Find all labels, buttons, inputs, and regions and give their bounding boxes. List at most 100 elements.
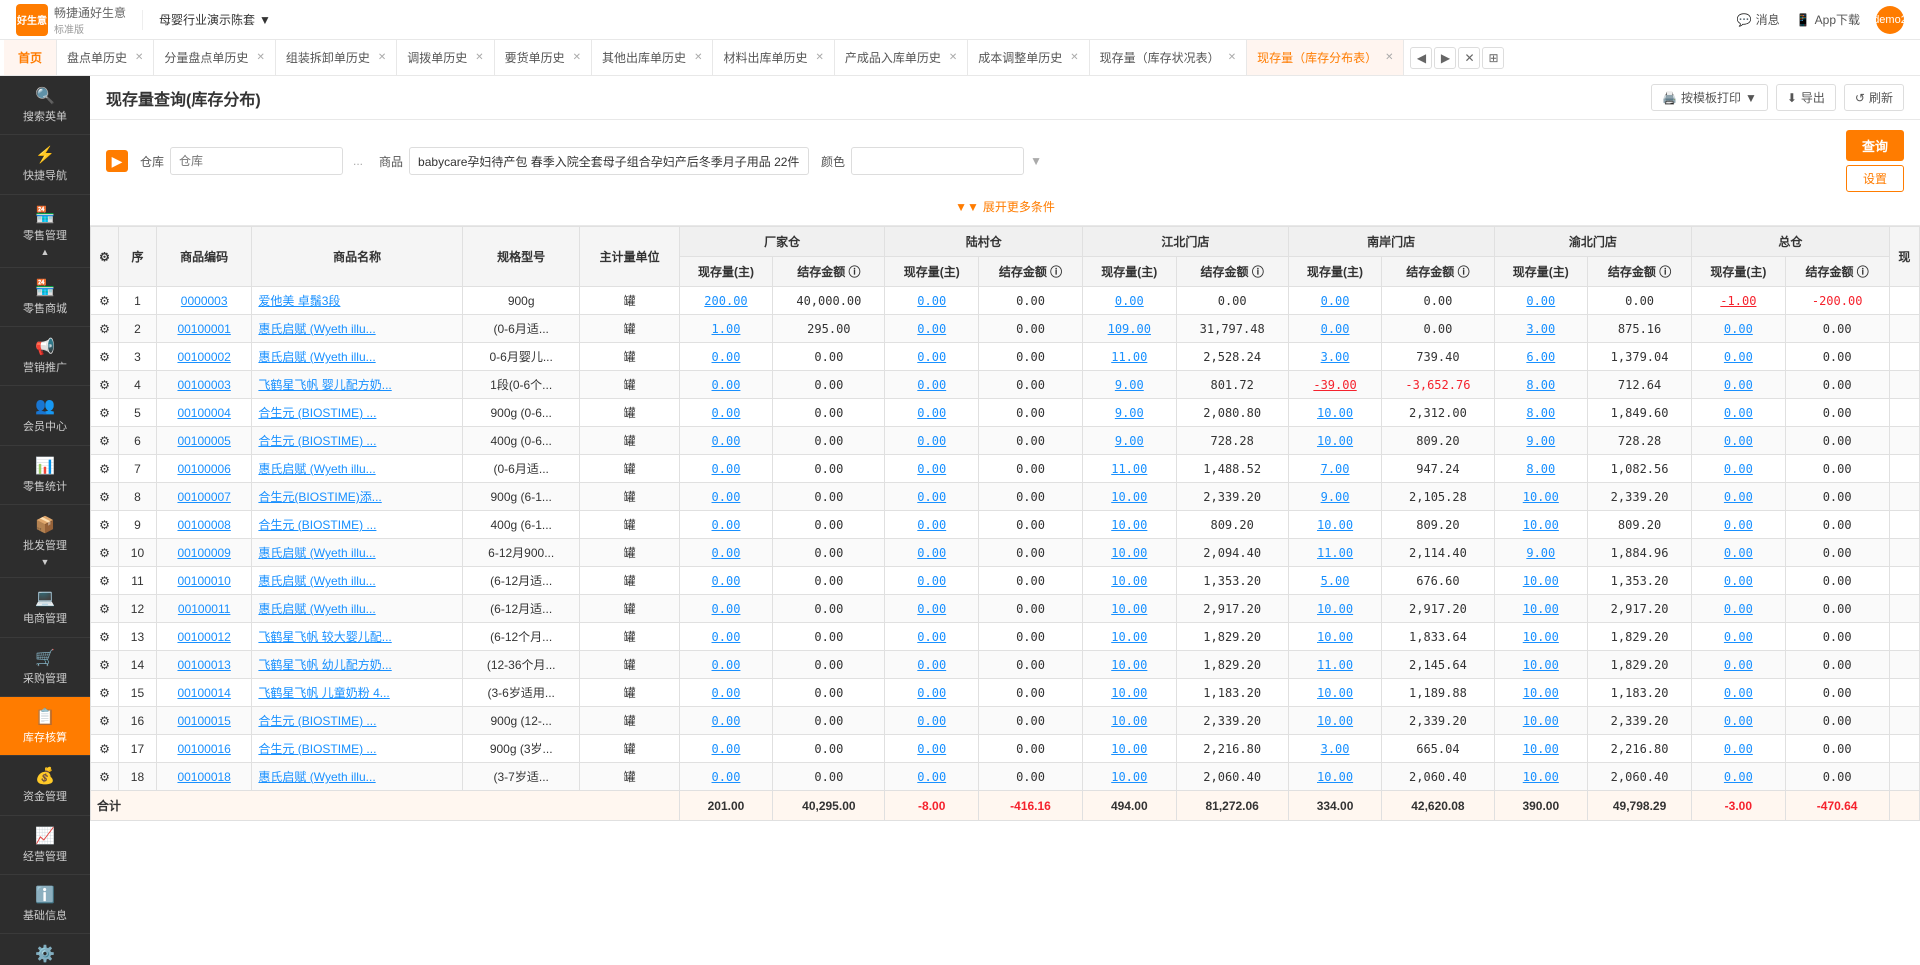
row-code[interactable]: 00100004 xyxy=(156,399,252,427)
row-t-stock[interactable]: 0.00 xyxy=(1692,651,1786,679)
close-icon[interactable]: ✕ xyxy=(1070,52,1078,63)
row-name[interactable]: 爱他美 卓鬚3段 xyxy=(252,287,463,315)
row-f-stock[interactable]: 200.00 xyxy=(679,287,773,315)
row-gear[interactable]: ⚙ xyxy=(91,371,119,399)
row-code[interactable]: 00100008 xyxy=(156,511,252,539)
row-nb-stock[interactable]: 9.00 xyxy=(1494,427,1588,455)
close-icon[interactable]: ✕ xyxy=(475,52,483,63)
tab-branch-history[interactable]: 分量盘点单历史 ✕ xyxy=(154,40,275,75)
row-l-stock[interactable]: 0.00 xyxy=(885,707,979,735)
row-nb-stock[interactable]: 10.00 xyxy=(1494,623,1588,651)
row-na-stock[interactable]: 5.00 xyxy=(1288,567,1382,595)
row-l-stock[interactable]: 0.00 xyxy=(885,399,979,427)
row-f-stock[interactable]: 0.00 xyxy=(679,455,773,483)
tab-assembly-history[interactable]: 组装拆卸单历史 ✕ xyxy=(276,40,397,75)
row-name[interactable]: 惠氏启赋 (Wyeth illu... xyxy=(252,315,463,343)
row-j-stock[interactable]: 10.00 xyxy=(1083,483,1177,511)
row-na-stock[interactable]: 10.00 xyxy=(1288,623,1382,651)
row-code[interactable]: 00100003 xyxy=(156,371,252,399)
row-f-stock[interactable]: 0.00 xyxy=(679,483,773,511)
row-f-stock[interactable]: 0.00 xyxy=(679,679,773,707)
close-icon[interactable]: ✕ xyxy=(815,52,823,63)
warehouse-more-btn[interactable]: ... xyxy=(349,154,367,168)
row-na-stock[interactable]: -39.00 xyxy=(1288,371,1382,399)
row-t-stock[interactable]: 0.00 xyxy=(1692,371,1786,399)
row-gear[interactable]: ⚙ xyxy=(91,539,119,567)
row-t-stock[interactable]: -1.00 xyxy=(1692,287,1786,315)
tab-finished-inbound[interactable]: 产成品入库单历史 ✕ xyxy=(835,40,968,75)
row-nb-stock[interactable]: 10.00 xyxy=(1494,483,1588,511)
query-button[interactable]: 查询 xyxy=(1846,130,1904,161)
row-l-stock[interactable]: 0.00 xyxy=(885,567,979,595)
close-icon[interactable]: ✕ xyxy=(949,52,957,63)
row-j-stock[interactable]: 10.00 xyxy=(1083,707,1177,735)
row-gear[interactable]: ⚙ xyxy=(91,595,119,623)
row-nb-stock[interactable]: 10.00 xyxy=(1494,567,1588,595)
row-gear[interactable]: ⚙ xyxy=(91,287,119,315)
row-name[interactable]: 合生元 (BIOSTIME) ... xyxy=(252,427,463,455)
row-gear[interactable]: ⚙ xyxy=(91,399,119,427)
tab-order-history[interactable]: 要货单历史 ✕ xyxy=(495,40,592,75)
sidebar-item-retail-stats[interactable]: 📊 零售统计 xyxy=(0,446,90,505)
row-nb-stock[interactable]: 10.00 xyxy=(1494,511,1588,539)
close-icon[interactable]: ✕ xyxy=(1385,52,1393,63)
row-t-stock[interactable]: 0.00 xyxy=(1692,595,1786,623)
sidebar-item-finance[interactable]: 💰 资金管理 xyxy=(0,756,90,815)
close-icon[interactable]: ✕ xyxy=(256,52,264,63)
row-gear[interactable]: ⚙ xyxy=(91,343,119,371)
print-btn[interactable]: 🖨️ 按模板打印 ▼ xyxy=(1651,84,1768,111)
color-input[interactable] xyxy=(851,147,1024,175)
row-j-stock[interactable]: 10.00 xyxy=(1083,735,1177,763)
row-j-stock[interactable]: 10.00 xyxy=(1083,763,1177,791)
row-gear[interactable]: ⚙ xyxy=(91,651,119,679)
row-name[interactable]: 惠氏启赋 (Wyeth illu... xyxy=(252,595,463,623)
close-icon[interactable]: ✕ xyxy=(573,52,581,63)
row-code[interactable]: 00100006 xyxy=(156,455,252,483)
row-code[interactable]: 00100007 xyxy=(156,483,252,511)
row-name[interactable]: 合生元 (BIOSTIME) ... xyxy=(252,399,463,427)
row-j-stock[interactable]: 10.00 xyxy=(1083,539,1177,567)
row-nb-stock[interactable]: 10.00 xyxy=(1494,735,1588,763)
row-j-stock[interactable]: 11.00 xyxy=(1083,343,1177,371)
row-gear[interactable]: ⚙ xyxy=(91,735,119,763)
close-icon[interactable]: ✕ xyxy=(1228,52,1236,63)
row-t-stock[interactable]: 0.00 xyxy=(1692,623,1786,651)
sidebar-item-purchase[interactable]: 🛒 采购管理 xyxy=(0,638,90,697)
row-l-stock[interactable]: 0.00 xyxy=(885,315,979,343)
row-f-stock[interactable]: 0.00 xyxy=(679,371,773,399)
row-name[interactable]: 合生元 (BIOSTIME) ... xyxy=(252,511,463,539)
row-na-stock[interactable]: 10.00 xyxy=(1288,595,1382,623)
row-j-stock[interactable]: 9.00 xyxy=(1083,427,1177,455)
row-f-stock[interactable]: 0.00 xyxy=(679,427,773,455)
row-name[interactable]: 惠氏启赋 (Wyeth illu... xyxy=(252,455,463,483)
message-btn[interactable]: 💬 消息 xyxy=(1737,11,1780,28)
row-gear[interactable]: ⚙ xyxy=(91,623,119,651)
row-gear[interactable]: ⚙ xyxy=(91,511,119,539)
row-j-stock[interactable]: 109.00 xyxy=(1083,315,1177,343)
user-area[interactable]: demo2 xyxy=(1876,6,1904,34)
row-nb-stock[interactable]: 10.00 xyxy=(1494,679,1588,707)
industry-selector[interactable]: 母婴行业演示陈套 ▼ xyxy=(159,11,271,28)
row-name[interactable]: 合生元 (BIOSTIME) ... xyxy=(252,707,463,735)
row-gear[interactable]: ⚙ xyxy=(91,455,119,483)
row-t-stock[interactable]: 0.00 xyxy=(1692,483,1786,511)
row-t-stock[interactable]: 0.00 xyxy=(1692,735,1786,763)
row-na-stock[interactable]: 10.00 xyxy=(1288,511,1382,539)
row-name[interactable]: 惠氏启赋 (Wyeth illu... xyxy=(252,763,463,791)
tab-prev-btn[interactable]: ◀ xyxy=(1410,47,1432,69)
row-j-stock[interactable]: 0.00 xyxy=(1083,287,1177,315)
row-t-stock[interactable]: 0.00 xyxy=(1692,763,1786,791)
row-na-stock[interactable]: 0.00 xyxy=(1288,287,1382,315)
row-code[interactable]: 00100001 xyxy=(156,315,252,343)
row-name[interactable]: 飞鹤星飞帆 婴儿配方奶... xyxy=(252,371,463,399)
row-t-stock[interactable]: 0.00 xyxy=(1692,427,1786,455)
row-f-stock[interactable]: 0.00 xyxy=(679,343,773,371)
row-j-stock[interactable]: 10.00 xyxy=(1083,623,1177,651)
tab-next-btn[interactable]: ▶ xyxy=(1434,47,1456,69)
row-nb-stock[interactable]: 6.00 xyxy=(1494,343,1588,371)
row-f-stock[interactable]: 1.00 xyxy=(679,315,773,343)
row-code[interactable]: 00100009 xyxy=(156,539,252,567)
tab-home[interactable]: 首页 xyxy=(4,40,57,75)
sidebar-item-mall[interactable]: 🏪 零售商城 xyxy=(0,268,90,327)
row-code[interactable]: 0000003 xyxy=(156,287,252,315)
